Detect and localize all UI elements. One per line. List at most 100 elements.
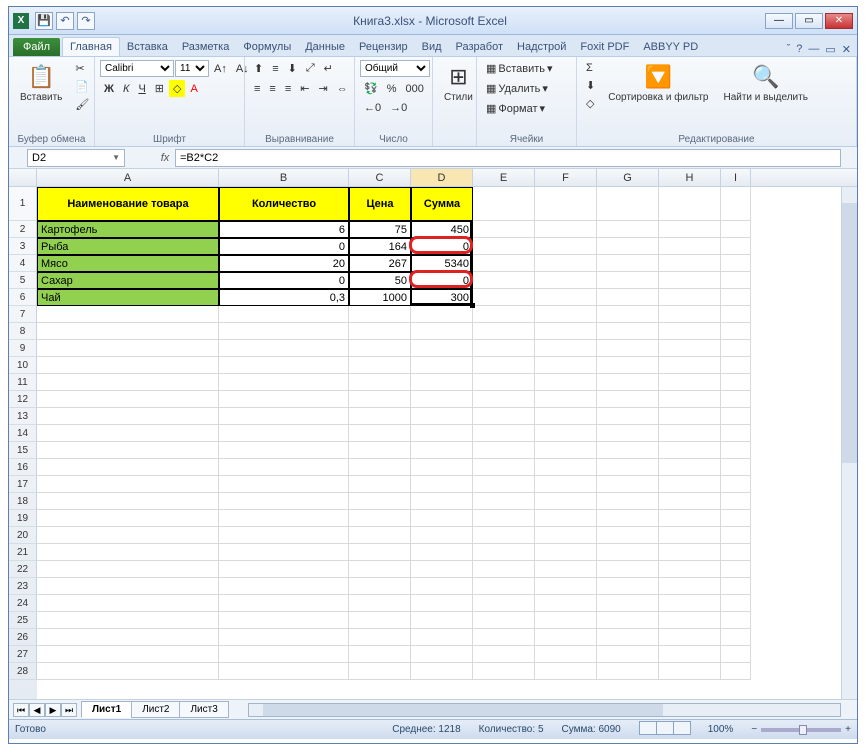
cell-A18[interactable] [37,493,219,510]
cell-G21[interactable] [597,544,659,561]
cell-I17[interactable] [721,476,751,493]
cell-C23[interactable] [349,578,411,595]
cell-C20[interactable] [349,527,411,544]
row-header-7[interactable]: 7 [9,306,37,323]
cell-I16[interactable] [721,459,751,476]
formula-input[interactable] [175,149,841,167]
row-header-15[interactable]: 15 [9,442,37,459]
cell-E18[interactable] [473,493,535,510]
cell-G8[interactable] [597,323,659,340]
cell-D2[interactable]: 450 [411,221,473,238]
cell-E13[interactable] [473,408,535,425]
cell-B18[interactable] [219,493,349,510]
cell-C15[interactable] [349,442,411,459]
row-header-9[interactable]: 9 [9,340,37,357]
row-header-25[interactable]: 25 [9,612,37,629]
name-box[interactable]: D2▼ [27,149,125,167]
cell-C18[interactable] [349,493,411,510]
cell-H17[interactable] [659,476,721,493]
cell-G1[interactable] [597,187,659,221]
zoom-slider[interactable]: −+ [751,724,851,735]
cell-H18[interactable] [659,493,721,510]
col-header-H[interactable]: H [659,169,721,186]
row-header-17[interactable]: 17 [9,476,37,493]
row-header-28[interactable]: 28 [9,663,37,680]
qat-redo-button[interactable]: ↷ [77,12,95,30]
cell-F7[interactable] [535,306,597,323]
cell-D18[interactable] [411,493,473,510]
cell-E2[interactable] [473,221,535,238]
cell-C12[interactable] [349,391,411,408]
cell-A17[interactable] [37,476,219,493]
wrap-text-button[interactable]: ↵ [320,60,337,77]
cell-I28[interactable] [721,663,751,680]
cell-C11[interactable] [349,374,411,391]
cell-A9[interactable] [37,340,219,357]
cell-C28[interactable] [349,663,411,680]
cell-G9[interactable] [597,340,659,357]
cell-D13[interactable] [411,408,473,425]
tab-data[interactable]: Данные [298,38,352,56]
cell-D24[interactable] [411,595,473,612]
cell-B3[interactable]: 0 [219,238,349,255]
cell-E26[interactable] [473,629,535,646]
cell-G24[interactable] [597,595,659,612]
cell-D25[interactable] [411,612,473,629]
cell-E19[interactable] [473,510,535,527]
tab-developer[interactable]: Разработ [449,38,510,56]
row-header-22[interactable]: 22 [9,561,37,578]
cell-B4[interactable]: 20 [219,255,349,272]
cell-E14[interactable] [473,425,535,442]
cell-G7[interactable] [597,306,659,323]
col-header-E[interactable]: E [473,169,535,186]
cell-H8[interactable] [659,323,721,340]
cell-B9[interactable] [219,340,349,357]
cell-H23[interactable] [659,578,721,595]
cell-B6[interactable]: 0,3 [219,289,349,306]
indent-inc-button[interactable]: ⇥ [314,80,331,97]
cell-F20[interactable] [535,527,597,544]
cell-H28[interactable] [659,663,721,680]
cell-D23[interactable] [411,578,473,595]
cell-A8[interactable] [37,323,219,340]
cell-I25[interactable] [721,612,751,629]
minimize-button[interactable]: — [765,13,793,29]
cell-I24[interactable] [721,595,751,612]
cell-F24[interactable] [535,595,597,612]
cell-C22[interactable] [349,561,411,578]
row-header-16[interactable]: 16 [9,459,37,476]
cell-C6[interactable]: 1000 [349,289,411,306]
sheet-nav-first[interactable]: ⏮ [13,703,29,717]
align-center-button[interactable]: ≡ [265,80,279,97]
cell-A12[interactable] [37,391,219,408]
cell-F12[interactable] [535,391,597,408]
currency-button[interactable]: 💱 [360,80,382,97]
cell-E10[interactable] [473,357,535,374]
cell-A14[interactable] [37,425,219,442]
file-tab[interactable]: Файл [13,38,60,56]
merge-button[interactable]: ⇔ [333,80,352,97]
cell-C24[interactable] [349,595,411,612]
row-header-19[interactable]: 19 [9,510,37,527]
cell-I23[interactable] [721,578,751,595]
cell-H9[interactable] [659,340,721,357]
cell-G19[interactable] [597,510,659,527]
cell-C25[interactable] [349,612,411,629]
cell-G5[interactable] [597,272,659,289]
cell-H26[interactable] [659,629,721,646]
cell-B22[interactable] [219,561,349,578]
cell-A19[interactable] [37,510,219,527]
align-left-button[interactable]: ≡ [250,80,264,97]
cell-C16[interactable] [349,459,411,476]
cell-G23[interactable] [597,578,659,595]
row-header-20[interactable]: 20 [9,527,37,544]
cell-I12[interactable] [721,391,751,408]
cell-I21[interactable] [721,544,751,561]
cell-D12[interactable] [411,391,473,408]
grow-font-button[interactable]: A↑ [210,60,231,77]
row-header-12[interactable]: 12 [9,391,37,408]
cell-D16[interactable] [411,459,473,476]
cell-H1[interactable] [659,187,721,221]
format-painter-button[interactable]: 🖌 [71,96,93,113]
cell-A1[interactable]: Наименование товара [37,187,219,221]
